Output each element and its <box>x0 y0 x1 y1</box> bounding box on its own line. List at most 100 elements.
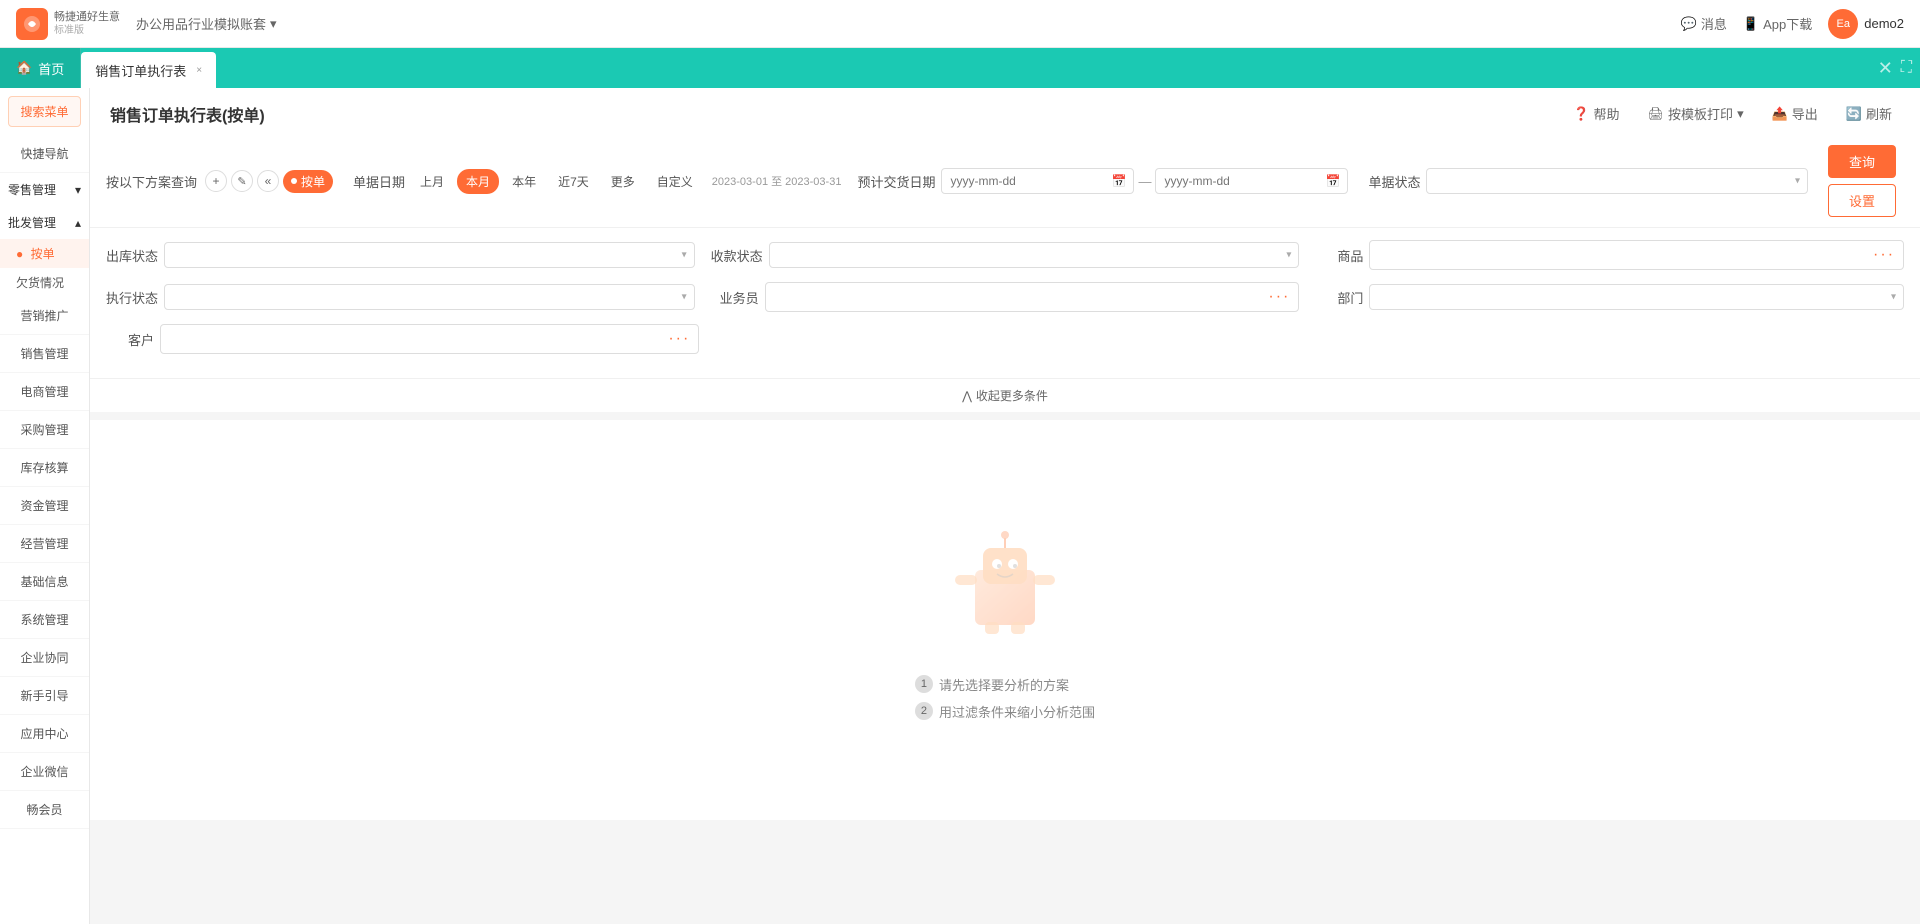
sidebar-group-wholesale-header[interactable]: 批发管理 ▴ <box>0 206 89 239</box>
exec-status-label: 执行状态 <box>106 288 158 307</box>
sidebar-item-新手引导[interactable]: 新手引导 <box>0 677 89 715</box>
refresh-icon: 🔄 <box>1846 106 1862 122</box>
app-download-btn[interactable]: 📱 App下载 <box>1743 14 1812 33</box>
exec-status-select-wrapper <box>164 284 695 310</box>
date-range-text: 2023-03-01 至 2023-03-31 <box>712 173 842 189</box>
refresh-btn[interactable]: 🔄 刷新 <box>1838 100 1900 127</box>
help-btn[interactable]: ❓ 帮助 <box>1565 100 1627 127</box>
page-header: 销售订单执行表(按单) ❓ 帮助 🖨 按模板打印 ▾ 📤 导出 🔄 刷新 <box>90 88 1920 135</box>
receipt-status-select-wrapper <box>769 242 1300 268</box>
add-scheme-btn[interactable]: + <box>205 170 227 192</box>
collapse-more-btn[interactable]: ⋀ 收起更多条件 <box>90 378 1920 412</box>
shortcut-more[interactable]: 更多 <box>602 169 644 194</box>
sidebar-sub-item-按单[interactable]: ● 按单 <box>0 239 89 268</box>
sidebar-item-quick-nav[interactable]: 快捷导航 <box>0 135 89 173</box>
shortcut-this-year[interactable]: 本年 <box>503 169 545 194</box>
sidebar-item-企业协同[interactable]: 企业协同 <box>0 639 89 677</box>
customer-dots[interactable]: ··· <box>668 330 690 348</box>
close-window-icon[interactable]: ✕ <box>1878 58 1893 79</box>
export-btn[interactable]: 📤 导出 <box>1764 100 1826 127</box>
calendar-end-icon: 📅 <box>1326 174 1341 188</box>
salesperson-input-area[interactable]: ··· <box>765 282 1300 312</box>
tab-home[interactable]: 🏠 首页 <box>0 48 81 88</box>
receipt-status-label: 收款状态 <box>711 246 763 265</box>
sidebar-group-retail-header[interactable]: 零售管理 ▾ <box>0 173 89 206</box>
shortcut-last-month[interactable]: 上月 <box>411 169 453 194</box>
expected-date-end[interactable] <box>1155 168 1348 194</box>
sidebar-item-畅会员[interactable]: 畅会员 <box>0 791 89 829</box>
app-selector[interactable]: 办公用品行业模拟账套 ▾ <box>128 10 285 37</box>
goods-label: 商品 <box>1315 246 1363 265</box>
receipt-status-cell: 收款状态 <box>711 242 1300 268</box>
expected-date-range: 📅 — 📅 <box>941 168 1348 194</box>
expected-date-group: 预计交货日期 📅 — 📅 <box>857 168 1348 194</box>
sidebar-item-经营管理[interactable]: 经营管理 <box>0 525 89 563</box>
sidebar-item-电商管理[interactable]: 电商管理 <box>0 373 89 411</box>
settings-btn[interactable]: 设置 <box>1828 184 1896 217</box>
receipt-status-select[interactable] <box>769 242 1300 268</box>
tip2-text: 用过滤条件来缩小分析范围 <box>939 702 1095 721</box>
page-actions: ❓ 帮助 🖨 按模板打印 ▾ 📤 导出 🔄 刷新 <box>1565 100 1900 127</box>
top-bar-left: 畅捷通好生意 标准版 办公用品行业模拟账套 ▾ <box>16 8 285 40</box>
salesperson-dots[interactable]: ··· <box>1268 288 1290 306</box>
goods-dots[interactable]: ··· <box>1873 246 1895 264</box>
collapse-scheme-btn[interactable]: « <box>257 170 279 192</box>
collapse-up-icon: ⋀ <box>962 389 972 403</box>
salesperson-cell: 业务员 ··· <box>711 282 1300 312</box>
order-status-select-wrapper <box>1426 168 1808 194</box>
out-status-label: 出库状态 <box>106 246 158 265</box>
user-name: demo2 <box>1864 16 1904 31</box>
exec-status-select[interactable] <box>164 284 695 310</box>
dept-label: 部门 <box>1315 288 1363 307</box>
print-chevron-icon: ▾ <box>1737 106 1744 122</box>
shortcut-7days[interactable]: 近7天 <box>549 169 598 194</box>
nav-tabs-right: ✕ ⛶ <box>1878 48 1920 88</box>
customer-input-area[interactable]: ··· <box>160 324 699 354</box>
sidebar-item-应用中心[interactable]: 应用中心 <box>0 715 89 753</box>
sidebar-item-库存核算[interactable]: 库存核算 <box>0 449 89 487</box>
sidebar-item-资金管理[interactable]: 资金管理 <box>0 487 89 525</box>
sidebar-item-采购管理[interactable]: 采购管理 <box>0 411 89 449</box>
user-profile[interactable]: Ea demo2 <box>1828 9 1904 39</box>
calendar-start-icon: 📅 <box>1112 174 1127 188</box>
expected-date-start[interactable] <box>941 168 1134 194</box>
out-status-select[interactable] <box>164 242 695 268</box>
goods-input-area[interactable]: ··· <box>1369 240 1904 270</box>
sidebar-group-retail: 零售管理 ▾ <box>0 173 89 206</box>
order-status-select[interactable] <box>1426 168 1808 194</box>
search-menu-btn[interactable]: 搜索菜单 <box>8 96 81 127</box>
dept-select[interactable] <box>1369 284 1904 310</box>
nav-tabs: 🏠 首页 销售订单执行表 × ✕ ⛶ <box>0 48 1920 88</box>
edit-scheme-btn[interactable]: ✎ <box>231 170 253 192</box>
tip1-num: 1 <box>915 675 933 693</box>
sidebar-group-wholesale: 批发管理 ▴ ● 按单 欠货情况 <box>0 206 89 297</box>
shortcut-this-month[interactable]: 本月 <box>457 169 499 194</box>
top-bar: 畅捷通好生意 标准版 办公用品行业模拟账套 ▾ 💬 消息 📱 App下载 Ea … <box>0 0 1920 48</box>
maximize-window-icon[interactable]: ⛶ <box>1901 59 1912 77</box>
tip2-num: 2 <box>915 702 933 720</box>
shortcut-custom[interactable]: 自定义 <box>648 169 702 194</box>
sidebar-item-系统管理[interactable]: 系统管理 <box>0 601 89 639</box>
print-template-btn[interactable]: 🖨 按模板打印 ▾ <box>1640 100 1752 127</box>
message-icon: 💬 <box>1681 16 1697 32</box>
query-btn[interactable]: 查询 <box>1828 145 1896 178</box>
empty-tip-2: 2 用过滤条件来缩小分析范围 <box>915 702 1095 721</box>
sidebar-item-营销推广[interactable]: 营销推广 <box>0 297 89 335</box>
empty-tip-1: 1 请先选择要分析的方案 <box>915 675 1095 694</box>
customer-cell: 客户 ··· <box>106 324 699 354</box>
date-shortcut-group: 上月 本月 本年 近7天 更多 自定义 <box>411 169 702 194</box>
sidebar-sub-item-欠货[interactable]: 欠货情况 <box>0 268 89 297</box>
help-icon: ❓ <box>1573 106 1589 122</box>
message-btn[interactable]: 💬 消息 <box>1681 14 1727 33</box>
sidebar-item-企业微信[interactable]: 企业微信 <box>0 753 89 791</box>
tab-active[interactable]: 销售订单执行表 × <box>81 52 216 88</box>
query-btn-area: 查询 设置 <box>1820 145 1904 217</box>
filter-scheme-label: 按以下方案查询 <box>106 172 197 191</box>
customer-label: 客户 <box>106 330 154 349</box>
tab-close-icon[interactable]: × <box>196 65 202 76</box>
sidebar-item-销售管理[interactable]: 销售管理 <box>0 335 89 373</box>
active-scheme-tag[interactable]: 按单 <box>283 170 333 193</box>
download-icon: 📱 <box>1743 16 1759 32</box>
sidebar-item-基础信息[interactable]: 基础信息 <box>0 563 89 601</box>
dept-select-wrapper <box>1369 284 1904 310</box>
